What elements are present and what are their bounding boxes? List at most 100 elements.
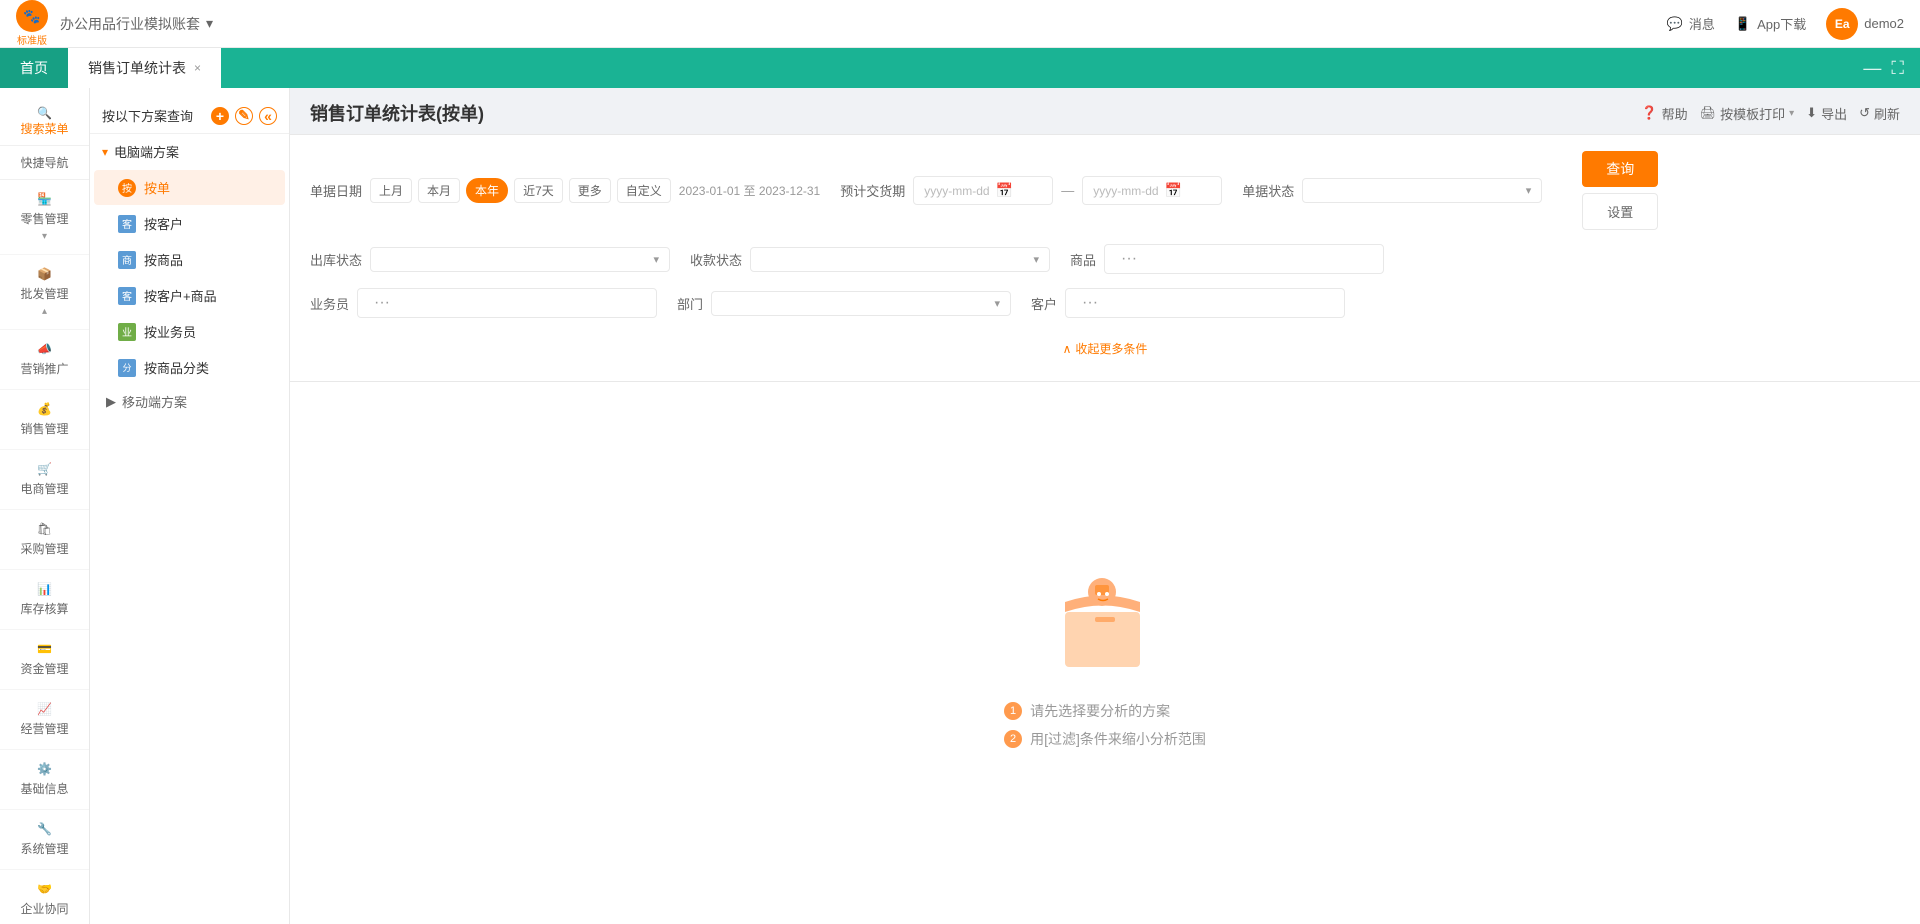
filter-staff-item: 业务员 ··· [310, 288, 657, 318]
date-btn-7days[interactable]: 近7天 [514, 178, 563, 203]
sidebar-item-sales[interactable]: 💰 销售管理 [0, 390, 89, 450]
message-btn[interactable]: 💬 消息 [1667, 14, 1715, 33]
date-btn-custom[interactable]: 自定义 [617, 178, 671, 203]
sidebar-item-wholesale[interactable]: 📦 批发管理 ▴ [0, 255, 89, 330]
date-btn-more[interactable]: 更多 [569, 178, 611, 203]
sidebar-item-finance[interactable]: 💳 资金管理 [0, 630, 89, 690]
user-name: demo2 [1864, 16, 1904, 31]
sidebar-operations-label: 经营管理 [20, 720, 68, 737]
staff-select[interactable]: ··· [357, 288, 657, 318]
operations-icon: 📈 [37, 702, 52, 716]
edit-scheme-btn[interactable]: ✎ [235, 107, 253, 125]
filter-date-item: 单据日期 上月 本月 本年 近7天 更多 自定义 2023-01-01 至 20… [310, 178, 820, 203]
receipt-status-select[interactable]: ▾ [750, 247, 1050, 272]
tab-home-label: 首页 [20, 58, 48, 78]
scheme-item-by-goods[interactable]: 商 按商品 [94, 242, 285, 277]
dept-select[interactable]: ▾ [711, 291, 1011, 316]
tab-home[interactable]: 首页 [0, 48, 68, 88]
customer-select[interactable]: ··· [1065, 288, 1345, 318]
empty-hints: 1 请先选择要分析的方案 2 用[过滤]条件来缩小分析范围 [1004, 701, 1206, 749]
scheme-customer-label: 按客户 [144, 214, 183, 233]
date-placeholder-end: yyyy-mm-dd [1093, 184, 1158, 198]
scheme-item-by-order[interactable]: 按 按单 [94, 170, 285, 205]
sidebar-search[interactable]: 🔍 搜索菜单 [0, 98, 89, 146]
date-btn-last-month[interactable]: 上月 [370, 178, 412, 203]
goods-dots[interactable]: ··· [1121, 250, 1137, 268]
sidebar-quick-label: 快捷导航 [10, 154, 79, 171]
wholesale-icon: 📦 [37, 267, 52, 281]
calendar-icon-end: 📅 [1165, 182, 1182, 199]
mobile-scheme-header[interactable]: ▶ 移动端方案 [90, 386, 289, 417]
filter-expected-date-item: 预计交货期 yyyy-mm-dd 📅 — yyyy-mm-dd 📅 [840, 176, 1222, 205]
scheme-order-icon: 按 [118, 179, 136, 197]
sidebar-item-system[interactable]: 🔧 系统管理 [0, 810, 89, 870]
staff-label: 业务员 [310, 294, 349, 313]
scheme-order-label: 按单 [144, 178, 170, 197]
page-selector-arrow[interactable]: ▾ [206, 15, 213, 32]
scheme-cg-label: 按客户+商品 [144, 286, 217, 305]
template-print-btn[interactable]: 🖨 按模板打印 ▾ [1700, 104, 1795, 123]
status-select[interactable]: ▾ [1302, 178, 1542, 203]
tab-sales-stats[interactable]: 销售订单统计表 × [68, 48, 221, 88]
app-download-label: App下载 [1757, 14, 1806, 33]
date-btn-this-month[interactable]: 本月 [418, 178, 460, 203]
goods-select[interactable]: ··· [1104, 244, 1384, 274]
export-btn[interactable]: ⬇ 导出 [1806, 104, 1847, 123]
logo[interactable]: 🐾 标准版 [16, 0, 48, 47]
window-maximize-btn[interactable]: ⛶ [1891, 58, 1904, 79]
tab-close-btn[interactable]: × [194, 61, 201, 75]
sales-icon: 💰 [37, 402, 52, 416]
scheme-item-by-customer-goods[interactable]: 客 按客户+商品 [94, 278, 285, 313]
sidebar-system-label: 系统管理 [20, 840, 68, 857]
filter-status-item: 单据状态 ▾ [1242, 178, 1542, 203]
collapse-panel-btn[interactable]: « [259, 107, 277, 125]
sidebar-item-ecommerce[interactable]: 🛒 电商管理 [0, 450, 89, 510]
filter-area: 单据日期 上月 本月 本年 近7天 更多 自定义 2023-01-01 至 20… [290, 135, 1920, 382]
expected-date-start[interactable]: yyyy-mm-dd 📅 [913, 176, 1053, 205]
scheme-item-by-category[interactable]: 分 按商品分类 [94, 350, 285, 385]
nav-tabs: 首页 销售订单统计表 × — ⛶ [0, 48, 1920, 88]
add-scheme-btn[interactable]: + [211, 107, 229, 125]
sidebar-item-enterprise[interactable]: 🤝 企业协同 [0, 870, 89, 924]
sidebar-item-operations[interactable]: 📈 经营管理 [0, 690, 89, 750]
expected-date-end[interactable]: yyyy-mm-dd 📅 [1082, 176, 1222, 205]
scheme-item-by-staff[interactable]: 业 按业务员 [94, 314, 285, 349]
setting-btn[interactable]: 设置 [1582, 193, 1658, 230]
sidebar-sales-label: 销售管理 [20, 420, 68, 437]
hint-text-2: 用[过滤]条件来缩小分析范围 [1030, 729, 1206, 749]
sidebar-item-marketing[interactable]: 📣 营销推广 [0, 330, 89, 390]
content-area: 按以下方案查询 + ✎ « ▾ 电脑端方案 按 按单 客 按客户 [90, 88, 1920, 924]
page-selector[interactable]: 办公用品行业模拟账套 ▾ [60, 14, 213, 34]
collapse-bar[interactable]: ∧ 收起更多条件 [310, 332, 1900, 365]
refresh-label: 刷新 [1874, 104, 1900, 123]
refresh-btn[interactable]: ↺ 刷新 [1859, 104, 1900, 123]
retail-arrow: ▾ [42, 231, 47, 242]
sidebar-item-basic[interactable]: ⚙️ 基础信息 [0, 750, 89, 810]
sidebar-item-inventory[interactable]: 📊 库存核算 [0, 570, 89, 630]
sidebar-quick-nav[interactable]: 快捷导航 [0, 146, 89, 180]
app-download-btn[interactable]: 📱 App下载 [1735, 14, 1806, 33]
query-btn[interactable]: 查询 [1582, 151, 1658, 187]
date-btn-this-year[interactable]: 本年 [466, 178, 508, 203]
staff-dots[interactable]: ··· [374, 294, 390, 312]
sidebar-item-retail[interactable]: 🏪 零售管理 ▾ [0, 180, 89, 255]
desktop-scheme-header[interactable]: ▾ 电脑端方案 [90, 134, 289, 169]
window-minimize-btn[interactable]: — [1863, 58, 1881, 79]
scheme-item-by-customer[interactable]: 客 按客户 [94, 206, 285, 241]
receipt-status-label: 收款状态 [690, 250, 742, 269]
help-btn[interactable]: ❓ 帮助 [1641, 104, 1687, 123]
hint-num-2: 2 [1004, 730, 1022, 748]
ship-status-select[interactable]: ▾ [370, 247, 670, 272]
sidebar-inventory-label: 库存核算 [20, 600, 68, 617]
customer-label: 客户 [1031, 294, 1057, 313]
right-panel: 销售订单统计表(按单) ❓ 帮助 🖨 按模板打印 ▾ ⬇ 导出 [290, 88, 1920, 924]
scheme-customer-icon: 客 [118, 215, 136, 233]
sidebar-search-label: 搜索菜单 [10, 120, 79, 137]
filter-goods-item: 商品 ··· [1070, 244, 1384, 274]
hint-num-1: 1 [1004, 702, 1022, 720]
inventory-icon: 📊 [37, 582, 52, 596]
user-menu[interactable]: Ea demo2 [1826, 8, 1904, 40]
customer-dots[interactable]: ··· [1082, 294, 1098, 312]
sidebar-item-purchase[interactable]: 🛍 采购管理 [0, 510, 89, 570]
expected-date-label: 预计交货期 [840, 181, 905, 200]
